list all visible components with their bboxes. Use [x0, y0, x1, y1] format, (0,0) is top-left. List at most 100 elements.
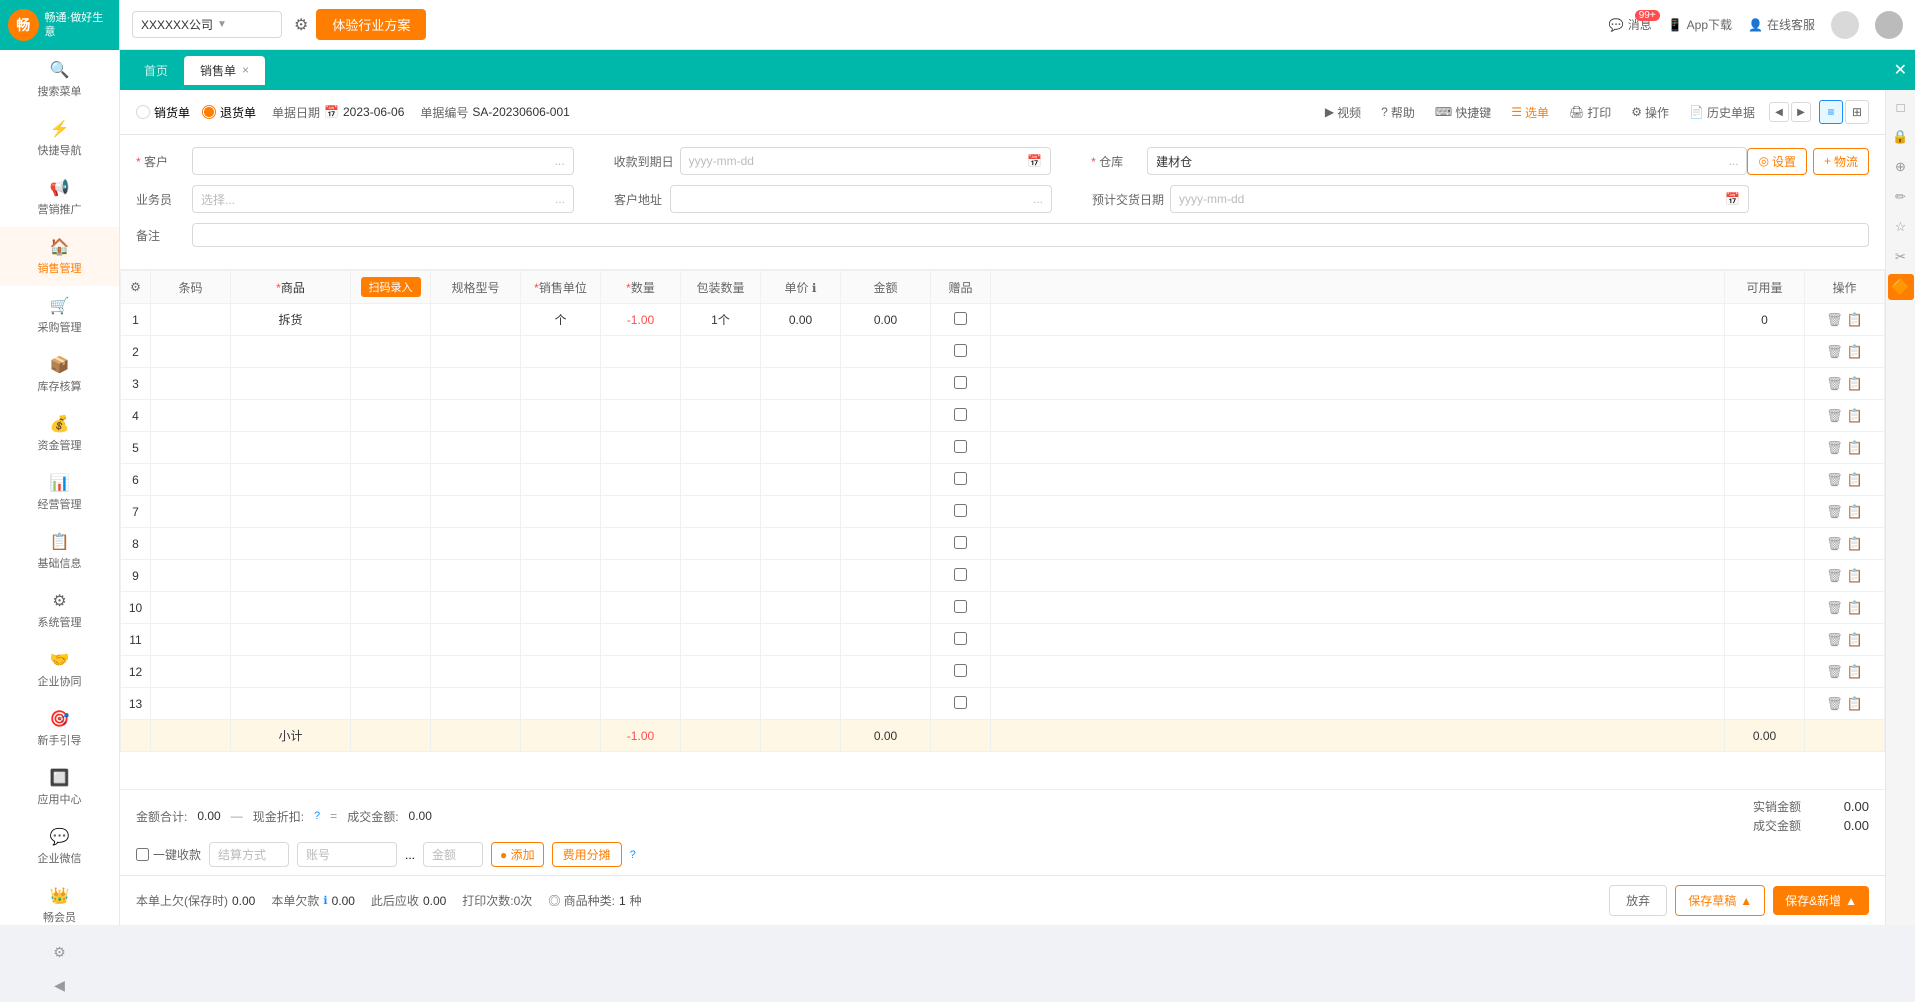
unit-cell[interactable]: 个 [521, 304, 601, 336]
select-btn[interactable]: ☰ 选单 [1505, 102, 1555, 123]
product-cell[interactable]: 拆货 [231, 304, 351, 336]
discount-help-icon[interactable]: ? [314, 810, 320, 822]
sidebar-settings[interactable]: ⚙ [0, 936, 119, 969]
col-scan[interactable]: 扫码录入 [351, 271, 431, 304]
subtotal-col3: 小计 [231, 720, 351, 752]
inventory-icon: 📦 [50, 355, 70, 375]
video-btn[interactable]: ▶ 视频 [1319, 102, 1367, 123]
system-icon: ⚙ [52, 591, 66, 611]
sidebar-item-inventory[interactable]: 📦 库存核算 [0, 345, 119, 404]
expense-btn[interactable]: 费用分摊 [552, 842, 622, 867]
sidebar-item-member[interactable]: 👑 畅会员 [0, 876, 119, 935]
expense-help-icon[interactable]: ? [630, 849, 636, 861]
sidebar-item-basic[interactable]: 📋 基础信息 [0, 522, 119, 581]
sidebar-item-operations[interactable]: 📊 经营管理 [0, 463, 119, 522]
gift-cell[interactable] [931, 304, 991, 336]
message-btn[interactable]: 💬 消息 99+ [1609, 16, 1652, 33]
arrears-info-icon[interactable]: ℹ [323, 894, 327, 907]
rp-scissors[interactable]: ✂ [1888, 244, 1914, 270]
actual-amount-row: 实销金额 0.00 [1753, 798, 1869, 815]
sidebar-item-apps[interactable]: 🔲 应用中心 [0, 758, 119, 817]
shortcut-btn[interactable]: ⌨ 快捷键 [1429, 102, 1497, 123]
help-btn[interactable]: ? 帮助 [1375, 102, 1421, 123]
grid-view-btn[interactable]: ⊞ [1845, 100, 1869, 124]
tab-home[interactable]: 首页 [128, 56, 184, 85]
expected-date-input[interactable]: yyyy-mm-dd 📅 [1170, 185, 1749, 213]
sidebar-item-quick-nav[interactable]: ⚡ 快捷导航 [0, 109, 119, 168]
next-arrow[interactable]: ▶ [1791, 102, 1811, 122]
customer-addr-input[interactable]: ... [670, 185, 1052, 213]
one-click-pay-checkbox[interactable]: 一键收款 [136, 846, 201, 863]
user-avatar[interactable] [1831, 11, 1859, 39]
add-icon: ● [500, 848, 507, 862]
abandon-button[interactable]: 放弃 [1609, 885, 1667, 916]
sidebar-item-finance[interactable]: 💰 资金管理 [0, 404, 119, 463]
qty-cell[interactable]: -1.00 [601, 304, 681, 336]
pack-cell[interactable]: 1个 [681, 304, 761, 336]
amount-cell[interactable]: 0.00 [841, 304, 931, 336]
due-date-input[interactable]: yyyy-mm-dd 📅 [680, 147, 1052, 175]
warehouse-input[interactable]: 建材仓 ... [1147, 147, 1747, 175]
sidebar-item-purchase[interactable]: 🛒 采购管理 [0, 286, 119, 345]
tab-sales[interactable]: 销售单 × [184, 56, 265, 85]
radio-return[interactable]: 退货单 [202, 104, 256, 121]
list-view-btn[interactable]: ≡ [1819, 100, 1843, 124]
discount-label: 现金折扣: [253, 808, 304, 825]
sidebar-item-marketing[interactable]: 📢 营销推广 [0, 168, 119, 227]
setup-button[interactable]: ◎ 设置 [1747, 148, 1807, 175]
account-field[interactable]: 账号 [297, 842, 397, 867]
col-available: 可用量 [1725, 271, 1805, 304]
customer-input[interactable]: ... [192, 147, 574, 175]
save-draft-button[interactable]: 保存草稿 ▲ [1676, 886, 1764, 915]
due-date-label: 收款到期日 [614, 153, 674, 170]
rp-edit[interactable]: ✏ [1888, 184, 1914, 210]
sidebar-item-system[interactable]: ⚙ 系统管理 [0, 581, 119, 640]
spec-cell[interactable] [431, 304, 521, 336]
online-service-label: 在线客服 [1767, 16, 1815, 33]
sidebar-collapse[interactable]: ◀ [0, 969, 119, 1002]
sidebar-item-search[interactable]: 🔍 搜索菜单 [0, 50, 119, 109]
barcode-cell[interactable] [151, 304, 231, 336]
operate-btn[interactable]: ⚙ 操作 [1625, 102, 1675, 123]
history-btn[interactable]: 📄 历史单据 [1683, 102, 1761, 123]
rp-add[interactable]: ⊕ [1888, 154, 1914, 180]
radio-sale[interactable]: 销货单 [136, 104, 190, 121]
remark-input[interactable] [192, 223, 1869, 247]
subtotal-gift [931, 720, 991, 752]
payment-amount-field[interactable]: 金额 [423, 842, 483, 867]
delete-icon[interactable]: 🗑 [1826, 312, 1843, 328]
rp-star[interactable]: ☆ [1888, 214, 1914, 240]
price-cell[interactable]: 0.00 [761, 304, 841, 336]
print-btn[interactable]: 🖨 打印 [1563, 102, 1617, 123]
rp-notes[interactable]: □ [1888, 94, 1914, 120]
online-service-btn[interactable]: 👤 在线客服 [1748, 16, 1815, 33]
salesperson-input[interactable]: 选择... ... [192, 185, 574, 213]
rp-lock[interactable]: 🔒 [1888, 124, 1914, 150]
rp-highlight[interactable]: 🔶 [1888, 274, 1914, 300]
logistics-button[interactable]: + 物流 [1813, 148, 1869, 175]
gift-checkbox[interactable] [954, 312, 967, 325]
calc-method-select[interactable]: 结算方式 [209, 842, 289, 867]
company-selector[interactable]: XXXXXX公司 ▼ [132, 11, 282, 38]
sidebar-item-collab[interactable]: 🤝 企业协同 [0, 640, 119, 699]
subtotal-col5 [431, 720, 521, 752]
company-settings-icon[interactable]: ⚙ [294, 15, 308, 35]
sidebar-item-guide[interactable]: 🎯 新手引导 [0, 699, 119, 758]
sidebar-item-sales[interactable]: 🏠 销售管理 [0, 227, 119, 286]
sidebar-item-wechat[interactable]: 💬 企业微信 [0, 817, 119, 876]
copy-icon[interactable]: 📋 [1847, 312, 1863, 328]
payment-row: 一键收款 结算方式 账号 ... 金额 ● 添加 [136, 842, 1869, 867]
app-download-btn[interactable]: 📱 App下载 [1668, 16, 1732, 33]
save-new-button[interactable]: 保存&新增 ▲ [1773, 886, 1869, 915]
col-settings[interactable]: ⚙ [121, 271, 151, 304]
status-bar: 本单上欠(保存时) 0.00 本单欠款 ℹ 0.00 此后应收 0.00 打印次… [120, 875, 1885, 925]
scan-btn[interactable]: 扫码录入 [361, 277, 421, 297]
add-payment-btn[interactable]: ● 添加 [491, 842, 544, 867]
trial-button[interactable]: 体验行业方案 [316, 9, 426, 40]
prev-arrow[interactable]: ◀ [1769, 102, 1789, 122]
tab-bar-close-icon[interactable]: ✕ [1894, 60, 1907, 80]
receivable-value: 0.00 [423, 894, 446, 908]
one-click-pay-check[interactable] [136, 848, 149, 861]
home-tab-label: 首页 [144, 62, 168, 79]
tab-close-icon[interactable]: × [242, 63, 249, 77]
